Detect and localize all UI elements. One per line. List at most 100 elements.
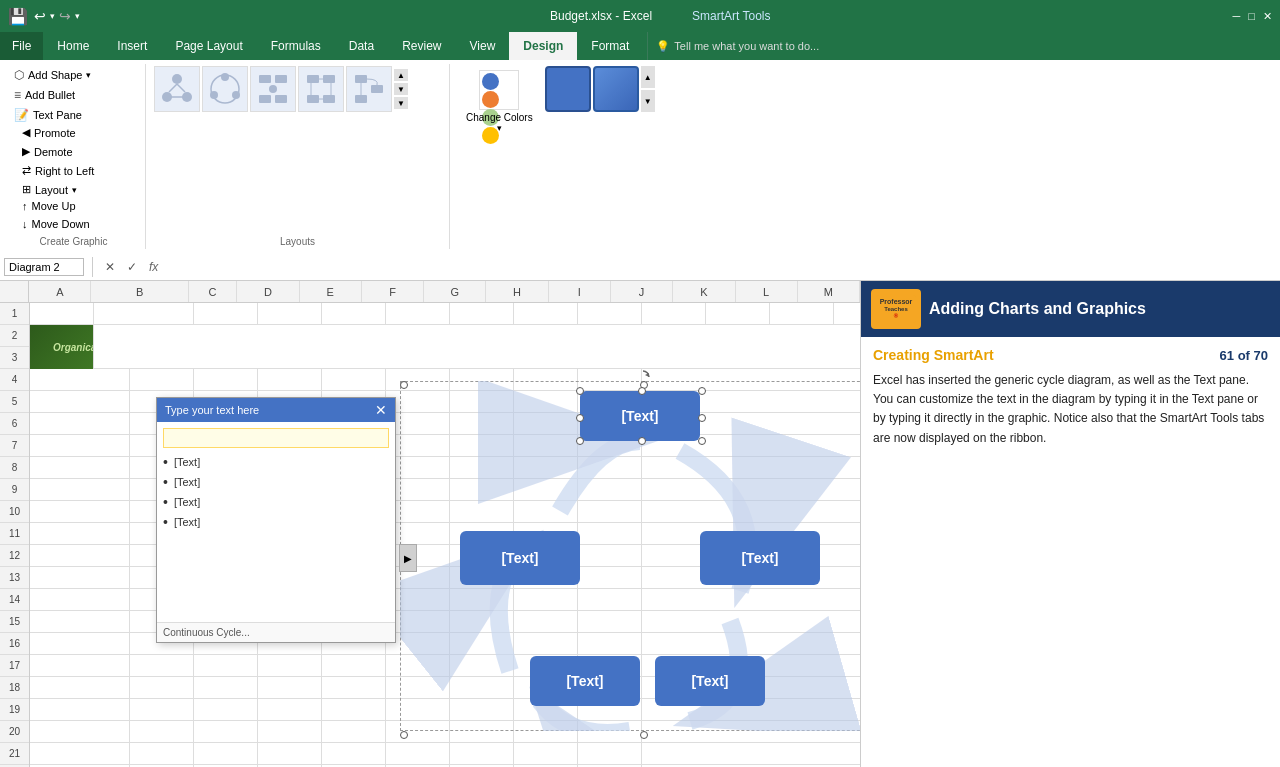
- smartart-box-bottom-left[interactable]: [Text]: [530, 656, 640, 706]
- text-item-2[interactable]: [Text]: [163, 472, 389, 492]
- col-header-i[interactable]: I: [549, 281, 611, 302]
- change-colors-button[interactable]: Change Colors ▾: [458, 66, 541, 137]
- confirm-formula-button[interactable]: ✓: [123, 258, 141, 276]
- layouts-more[interactable]: ▼: [394, 97, 408, 109]
- box-top-handle-tl[interactable]: [576, 387, 584, 395]
- box-top-handle-tc[interactable]: [638, 387, 646, 395]
- move-down-button[interactable]: ↓ Move Down: [18, 216, 94, 232]
- col-header-h[interactable]: H: [486, 281, 548, 302]
- cell-l1[interactable]: [770, 303, 834, 324]
- maximize-button[interactable]: □: [1248, 10, 1255, 23]
- layout-thumb-4[interactable]: [298, 66, 344, 112]
- col-header-e[interactable]: E: [300, 281, 362, 302]
- styles-scroll-down[interactable]: ▼: [641, 90, 655, 112]
- demote-button[interactable]: ▶ Demote: [18, 143, 98, 160]
- cell-a1[interactable]: [30, 303, 94, 324]
- tell-me-input[interactable]: Tell me what you want to do...: [674, 40, 819, 52]
- layout-thumb-5[interactable]: [346, 66, 392, 112]
- cell-i1[interactable]: [578, 303, 642, 324]
- change-colors-dropdown[interactable]: ▾: [497, 123, 502, 133]
- tab-design[interactable]: Design: [509, 32, 577, 60]
- box-top-handle-tr[interactable]: [698, 387, 706, 395]
- name-box[interactable]: [4, 258, 84, 276]
- layout-button[interactable]: ⊞ Layout ▾: [18, 181, 98, 198]
- cell-j1[interactable]: [642, 303, 706, 324]
- smartart-box-bottom-right[interactable]: [Text]: [655, 656, 765, 706]
- col-header-j[interactable]: J: [611, 281, 673, 302]
- redo-button[interactable]: ↪: [59, 8, 71, 24]
- layouts-scroll-up[interactable]: ▲: [394, 69, 408, 81]
- smartart-style-1[interactable]: [545, 66, 591, 112]
- layouts-scroll-down[interactable]: ▼: [394, 83, 408, 95]
- tab-home[interactable]: Home: [43, 32, 103, 60]
- add-bullet-button[interactable]: ≡ Add Bullet: [10, 86, 95, 104]
- box-top-handle-bc[interactable]: [638, 437, 646, 445]
- col-header-k[interactable]: K: [673, 281, 735, 302]
- row-6: 6: [0, 413, 29, 435]
- svg-rect-17: [371, 85, 383, 93]
- col-header-l[interactable]: L: [736, 281, 798, 302]
- tab-view[interactable]: View: [456, 32, 510, 60]
- promote-button[interactable]: ◀ Promote: [18, 124, 98, 141]
- tab-review[interactable]: Review: [388, 32, 455, 60]
- col-header-c[interactable]: C: [189, 281, 238, 302]
- layout-dropdown[interactable]: ▾: [72, 185, 77, 195]
- tab-insert[interactable]: Insert: [103, 32, 161, 60]
- move-up-button[interactable]: ↑ Move Up: [18, 198, 94, 214]
- cell-k1[interactable]: [706, 303, 770, 324]
- tab-file[interactable]: File: [0, 32, 43, 60]
- text-item-3[interactable]: [Text]: [163, 492, 389, 512]
- add-shape-dropdown[interactable]: ▾: [86, 70, 91, 80]
- styles-scroll-up[interactable]: ▲: [641, 66, 655, 88]
- layout-thumb-1[interactable]: [154, 66, 200, 112]
- cell-f1[interactable]: [386, 303, 450, 324]
- smartart-box-top[interactable]: [Text]: [580, 391, 700, 441]
- right-to-left-button[interactable]: ⇄ Right to Left: [18, 162, 98, 179]
- col-header-m[interactable]: M: [798, 281, 860, 302]
- smartart-box-right[interactable]: [Text]: [700, 531, 820, 585]
- box-top-handle-bl[interactable]: [576, 437, 584, 445]
- cell-e1[interactable]: [322, 303, 386, 324]
- text-pane-expand-button[interactable]: ▶: [399, 544, 417, 572]
- col-header-d[interactable]: D: [237, 281, 299, 302]
- col-header-g[interactable]: G: [424, 281, 486, 302]
- text-pane-button[interactable]: 📝 Text Pane: [10, 106, 95, 124]
- undo-dropdown[interactable]: ▾: [50, 11, 55, 21]
- text-pane-first-input[interactable]: [163, 428, 389, 448]
- save-icon[interactable]: 💾: [8, 7, 28, 26]
- smartart-diagram[interactable]: [Text] [Text] [Text] [Text] [Text]: [400, 361, 860, 741]
- cell-c1[interactable]: [194, 303, 258, 324]
- undo-button[interactable]: ↩: [34, 8, 46, 24]
- handle-bl[interactable]: [400, 731, 408, 739]
- text-item-4[interactable]: [Text]: [163, 512, 389, 532]
- minimize-button[interactable]: ─: [1233, 10, 1241, 23]
- handle-bc[interactable]: [640, 731, 648, 739]
- close-button[interactable]: ✕: [1263, 10, 1272, 23]
- layout-thumb-3[interactable]: [250, 66, 296, 112]
- col-header-a[interactable]: A: [29, 281, 91, 302]
- cell-h1[interactable]: [514, 303, 578, 324]
- tab-format[interactable]: Format: [577, 32, 643, 60]
- smartart-box-left[interactable]: [Text]: [460, 531, 580, 585]
- add-shape-button[interactable]: ⬡ Add Shape ▾: [10, 66, 95, 84]
- smartart-style-2[interactable]: [593, 66, 639, 112]
- cell-d1[interactable]: [258, 303, 322, 324]
- cancel-formula-button[interactable]: ✕: [101, 258, 119, 276]
- cell-a2[interactable]: Organically Sown: [30, 325, 94, 369]
- cell-b1[interactable]: [94, 303, 194, 324]
- text-item-1[interactable]: [Text]: [163, 452, 389, 472]
- formula-input[interactable]: [166, 261, 1276, 273]
- text-pane-close-button[interactable]: ✕: [375, 402, 387, 418]
- customize-qat[interactable]: ▾: [75, 11, 80, 21]
- tab-formulas[interactable]: Formulas: [257, 32, 335, 60]
- col-header-b[interactable]: B: [91, 281, 188, 302]
- box-top-handle-mr[interactable]: [698, 414, 706, 422]
- box-top-handle-br[interactable]: [698, 437, 706, 445]
- cell-g1[interactable]: [450, 303, 514, 324]
- col-header-f[interactable]: F: [362, 281, 424, 302]
- tab-page-layout[interactable]: Page Layout: [161, 32, 256, 60]
- tab-data[interactable]: Data: [335, 32, 388, 60]
- row-8: 8: [0, 457, 29, 479]
- layout-thumb-2[interactable]: [202, 66, 248, 112]
- box-top-handle-ml[interactable]: [576, 414, 584, 422]
